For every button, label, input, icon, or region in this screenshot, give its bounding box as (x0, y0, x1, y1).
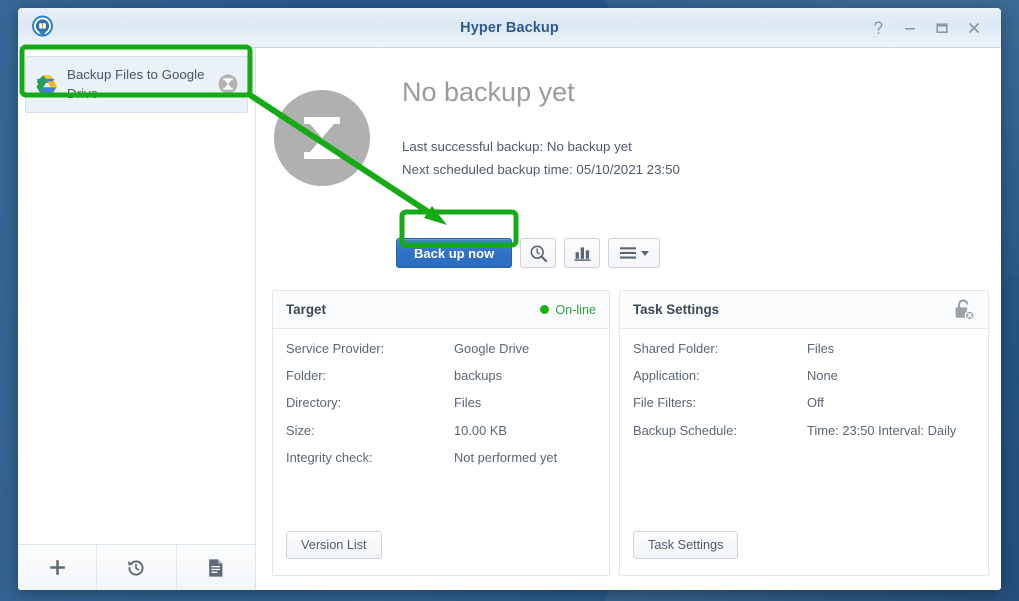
maximize-button[interactable] (927, 13, 957, 43)
task-settings-row: Application: None (633, 368, 975, 384)
restore-button[interactable] (97, 545, 177, 590)
target-panel-title: Target (286, 302, 326, 317)
unlocked-padlock-icon[interactable] (954, 298, 975, 321)
window-titlebar: Hyper Backup (18, 8, 1001, 48)
backup-task-list: Backup Files to Google Drive (18, 48, 255, 544)
online-status-label: On-line (555, 302, 596, 317)
task-settings-panel-footer: Task Settings (620, 523, 988, 575)
next-backup-line: Next scheduled backup time: 05/10/2021 2… (402, 161, 680, 177)
hourglass-circle-icon (274, 90, 370, 186)
backup-status-block: No backup yet Last successful backup: No… (256, 48, 1001, 253)
hyper-backup-window: Hyper Backup Backup Files to Google Driv… (18, 8, 1001, 590)
row-value: Files (454, 395, 482, 411)
task-settings-panel-title: Task Settings (633, 302, 720, 317)
statistics-button[interactable] (564, 238, 601, 268)
row-key: Size: (286, 422, 315, 438)
row-key: Service Provider: (286, 341, 385, 356)
page-title: No backup yet (402, 77, 575, 107)
info-panels: Target On-line Service Provider: Google … (256, 277, 1001, 590)
minimize-button[interactable] (895, 13, 925, 43)
close-button[interactable] (959, 13, 989, 43)
task-settings-row: Backup Schedule: Time: 23:50 Interval: D… (633, 422, 975, 438)
row-value: Time: 23:50 Interval: Daily (807, 422, 957, 438)
version-list-button[interactable]: Version List (286, 531, 382, 559)
task-settings-row: File Filters: Off (633, 396, 975, 410)
target-panel-header: Target On-line (273, 291, 609, 329)
desktop-background: Hyper Backup Backup Files to Google Driv… (0, 0, 1019, 601)
target-panel-body: Service Provider: Google Drive Folder: b… (273, 329, 609, 523)
google-drive-icon (36, 74, 58, 94)
help-button[interactable] (863, 13, 893, 43)
row-key: Directory: (286, 395, 342, 411)
status-text-group: No backup yet Last successful backup: No… (370, 76, 680, 181)
sidebar-toolbar (18, 544, 255, 590)
row-key: Backup Schedule: (633, 422, 737, 438)
target-status-badge: On-line (540, 303, 596, 317)
target-row: Folder: backups (286, 368, 596, 384)
target-row: Integrity check: Not performed yet (286, 449, 596, 465)
row-value: Not performed yet (454, 449, 558, 465)
target-panel-footer: Version List (273, 523, 609, 575)
hourglass-icon (217, 73, 239, 95)
sidebar-item-label: Backup Files to Google Drive (67, 67, 205, 102)
row-value: Files (807, 341, 835, 356)
window-title: Hyper Backup (460, 19, 559, 36)
add-task-button[interactable] (18, 545, 98, 590)
row-key: Shared Folder: (633, 341, 719, 356)
backup-now-button[interactable]: Back up now (396, 238, 513, 268)
hyper-backup-app-icon (29, 14, 56, 41)
target-row: Size: 10.00 KB (286, 422, 596, 438)
row-key: File Filters: (633, 395, 697, 411)
row-key: Folder: (286, 368, 327, 384)
explore-backup-button[interactable] (520, 238, 557, 268)
log-button[interactable] (177, 545, 255, 590)
sidebar: Backup Files to Google Drive (18, 48, 256, 590)
window-body: Backup Files to Google Drive No backup y… (18, 48, 1001, 590)
last-backup-line: Last successful backup: No backup yet (402, 138, 632, 154)
main-content: No backup yet Last successful backup: No… (256, 48, 1001, 590)
chevron-down-icon (641, 250, 650, 256)
row-value: backups (454, 368, 503, 384)
window-controls (863, 8, 989, 48)
row-value: Off (807, 395, 824, 411)
online-status-dot (540, 305, 550, 314)
task-settings-panel: Task Settings Shared Folder: Files Appli… (619, 290, 989, 576)
row-value: Google Drive (454, 341, 530, 356)
task-settings-panel-body: Shared Folder: Files Application: None F… (620, 329, 988, 523)
target-row: Service Provider: Google Drive (286, 341, 596, 356)
row-key: Application: (633, 368, 700, 384)
task-settings-button[interactable]: Task Settings (633, 531, 739, 559)
sidebar-item-backup-task[interactable]: Backup Files to Google Drive (25, 56, 248, 113)
target-row: Directory: Files (286, 396, 596, 410)
task-settings-panel-header: Task Settings (620, 291, 988, 329)
action-toolbar: Back up now (256, 229, 1001, 277)
row-key: Integrity check: (286, 449, 373, 465)
row-value: None (807, 368, 838, 384)
more-menu-button[interactable] (608, 238, 661, 268)
task-settings-row: Shared Folder: Files (633, 341, 975, 356)
target-panel: Target On-line Service Provider: Google … (272, 290, 610, 576)
row-value: 10.00 KB (454, 422, 508, 438)
